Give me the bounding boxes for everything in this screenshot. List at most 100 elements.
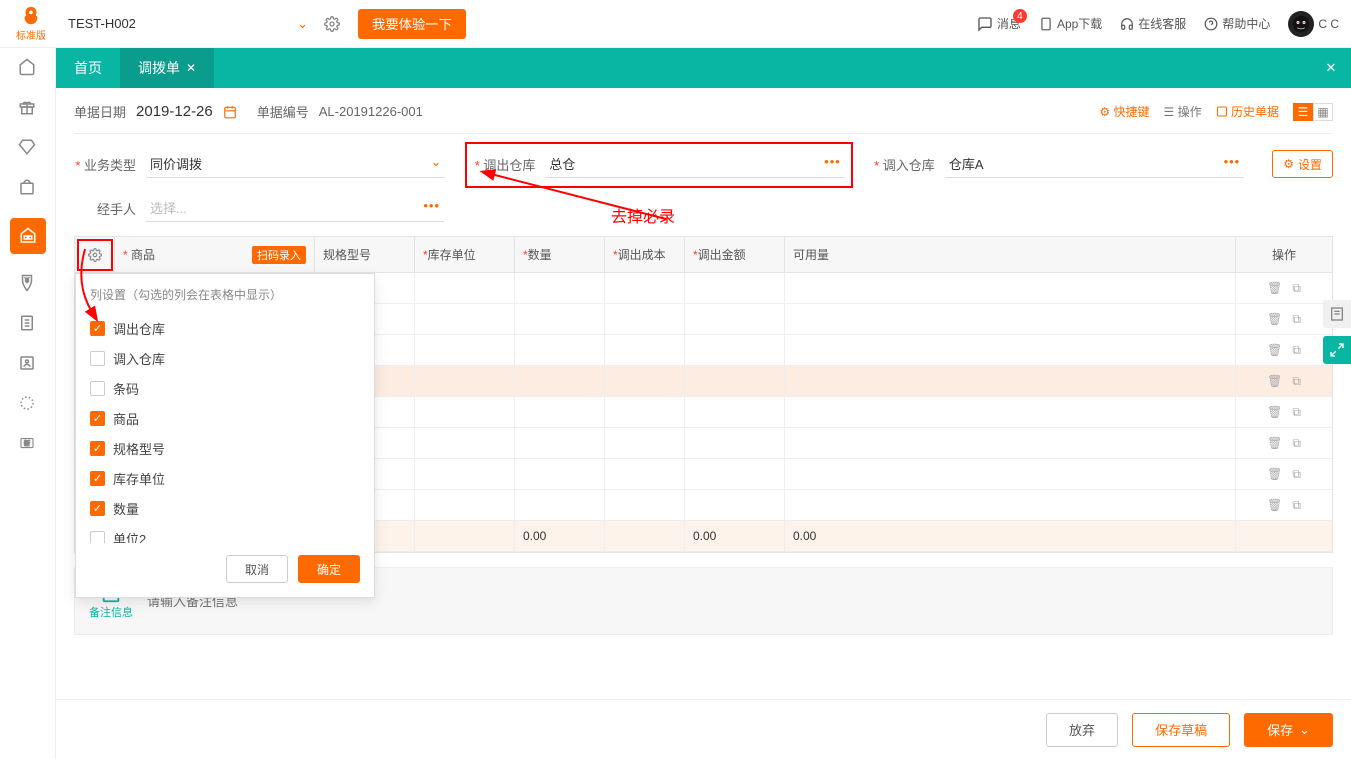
footer: 放弃 保存草稿 保存 ⌄ — [56, 699, 1351, 759]
field-handler[interactable]: 经手人 选择...••• — [74, 194, 444, 222]
field-in-warehouse[interactable]: 调入仓库 仓库A••• — [873, 150, 1244, 178]
copy-icon[interactable]: ⧉ — [1292, 343, 1301, 358]
grid-view-icon[interactable]: ▦ — [1313, 103, 1333, 121]
nav-bag-icon[interactable] — [18, 178, 38, 198]
chevron-down-icon: ⌄ — [297, 16, 308, 32]
top-right: 消息 4 App下载 在线客服 帮助中心 C C — [977, 11, 1339, 37]
delete-icon[interactable]: 🗑 — [1267, 312, 1282, 326]
scan-button[interactable]: 扫码录入 — [252, 246, 306, 264]
col-cost: * 调出成本 — [605, 237, 685, 272]
nav-clipboard-icon[interactable] — [18, 314, 38, 334]
form-row-1: 业务类型 同价调拨⌄ 调出仓库 总仓••• 调入仓库 仓库A••• ⚙ 设置 — [74, 134, 1333, 194]
column-option[interactable]: ✓数量 — [90, 493, 350, 523]
gear-icon[interactable] — [324, 16, 340, 32]
close-all-tabs[interactable]: ✕ — [1311, 48, 1351, 88]
column-option[interactable]: 单位2 — [90, 523, 350, 543]
checkbox[interactable] — [90, 531, 105, 544]
save-draft-button[interactable]: 保存草稿 — [1132, 713, 1230, 747]
checkbox[interactable]: ✓ — [90, 441, 105, 456]
copy-icon[interactable]: ⧉ — [1292, 312, 1301, 327]
col-available: 可用量 — [785, 237, 1236, 272]
nav-diamond-icon[interactable] — [18, 138, 38, 158]
avatar — [1288, 11, 1314, 37]
copy-icon[interactable]: ⧉ — [1292, 374, 1301, 389]
field-out-warehouse[interactable]: 调出仓库 总仓••• — [473, 150, 844, 178]
checkbox[interactable] — [90, 351, 105, 366]
service-link[interactable]: 在线客服 — [1120, 15, 1186, 32]
form-row-2: 经手人 选择...••• — [74, 194, 1333, 236]
history-link[interactable]: 历史单据 — [1216, 103, 1279, 120]
delete-icon[interactable]: 🗑 — [1267, 343, 1282, 357]
expand-tool-icon[interactable] — [1323, 336, 1351, 364]
user-menu[interactable]: C C — [1288, 11, 1339, 37]
messages-link[interactable]: 消息 4 — [977, 15, 1021, 32]
delete-icon[interactable]: 🗑 — [1267, 436, 1282, 450]
copy-icon[interactable]: ⧉ — [1292, 405, 1301, 420]
column-settings-button[interactable] — [75, 237, 115, 272]
checkbox[interactable]: ✓ — [90, 471, 105, 486]
tab-home[interactable]: 首页 — [56, 48, 120, 88]
chevron-down-icon: ⌄ — [1299, 722, 1310, 738]
copy-icon[interactable]: ⧉ — [1292, 281, 1301, 296]
chevron-down-icon: ⌄ — [431, 154, 442, 170]
tab-transfer[interactable]: 调拨单 ✕ — [120, 48, 214, 88]
delete-icon[interactable]: 🗑 — [1267, 498, 1282, 512]
table-header: * 商品扫码录入 规格型号 * 库存单位 * 数量 * 调出成本 * 调出金额 … — [75, 237, 1332, 273]
checkbox[interactable]: ✓ — [90, 501, 105, 516]
nav-warehouse-icon[interactable] — [10, 218, 46, 254]
help-link[interactable]: 帮助中心 — [1204, 15, 1270, 32]
save-button[interactable]: 保存 ⌄ — [1244, 713, 1333, 747]
org-selector[interactable]: TEST-H002 ⌄ — [58, 9, 318, 39]
app-download-link[interactable]: App下载 — [1039, 15, 1102, 32]
side-nav: ¥ 新 — [0, 48, 56, 759]
nav-dots-icon[interactable] — [18, 394, 38, 414]
headset-icon — [1120, 17, 1134, 31]
delete-icon[interactable]: 🗑 — [1267, 405, 1282, 419]
confirm-button[interactable]: 确定 — [298, 555, 360, 583]
nav-gift-icon[interactable] — [18, 98, 38, 118]
discard-button[interactable]: 放弃 — [1046, 713, 1118, 747]
column-option[interactable]: ✓商品 — [90, 403, 350, 433]
shortcut-link[interactable]: ⚙ 快捷键 — [1099, 103, 1149, 120]
delete-icon[interactable]: 🗑 — [1267, 281, 1282, 295]
more-icon[interactable]: ••• — [824, 154, 841, 169]
column-option[interactable]: ✓库存单位 — [90, 463, 350, 493]
nav-contact-icon[interactable] — [18, 354, 38, 374]
delete-icon[interactable]: 🗑 — [1267, 374, 1282, 388]
column-option[interactable]: 调入仓库 — [90, 343, 350, 373]
column-option[interactable]: 条码 — [90, 373, 350, 403]
close-icon[interactable]: ✕ — [186, 61, 196, 75]
operate-link[interactable]: ☰ 操作 — [1164, 103, 1202, 120]
cancel-button[interactable]: 取消 — [226, 555, 288, 583]
calendar-icon[interactable] — [223, 105, 237, 119]
copy-icon[interactable]: ⧉ — [1292, 498, 1301, 513]
copy-icon[interactable]: ⧉ — [1292, 436, 1301, 451]
side-tools — [1323, 300, 1351, 364]
col-goods: * 商品扫码录入 — [115, 237, 315, 272]
doc-info: 单据日期 2019-12-26 单据编号 AL-20191226-001 ⚙ 快… — [74, 102, 1333, 134]
column-option[interactable]: ✓规格型号 — [90, 433, 350, 463]
note-tool-icon[interactable] — [1323, 300, 1351, 328]
settings-button[interactable]: ⚙ 设置 — [1272, 150, 1333, 178]
nav-new-icon[interactable]: 新 — [18, 434, 38, 454]
more-icon[interactable]: ••• — [423, 198, 440, 213]
popup-title: 列设置（勾选的列会在表格中显示） — [90, 286, 360, 303]
main-area: 首页 调拨单 ✕ ✕ 单据日期 2019-12-26 单据编号 AL-20191… — [56, 48, 1351, 759]
checkbox[interactable] — [90, 381, 105, 396]
nav-money-icon[interactable]: ¥ — [18, 274, 38, 294]
doc-date[interactable]: 2019-12-26 — [136, 103, 213, 120]
more-icon[interactable]: ••• — [1224, 154, 1241, 169]
list-view-icon[interactable]: ☰ — [1293, 103, 1313, 121]
trial-button[interactable]: 我要体验一下 — [358, 9, 466, 39]
checkbox[interactable]: ✓ — [90, 411, 105, 426]
annotation-text: 去掉必录 — [611, 203, 675, 227]
nav-home-icon[interactable] — [18, 58, 38, 78]
delete-icon[interactable]: 🗑 — [1267, 467, 1282, 481]
copy-icon[interactable]: ⧉ — [1292, 467, 1301, 482]
column-option[interactable]: ✓调出仓库 — [90, 313, 350, 343]
view-toggle[interactable]: ☰▦ — [1293, 103, 1333, 121]
annotation-gear-box — [77, 239, 113, 271]
field-biz-type[interactable]: 业务类型 同价调拨⌄ — [74, 150, 445, 178]
col-unit: * 库存单位 — [415, 237, 515, 272]
checkbox[interactable]: ✓ — [90, 321, 105, 336]
